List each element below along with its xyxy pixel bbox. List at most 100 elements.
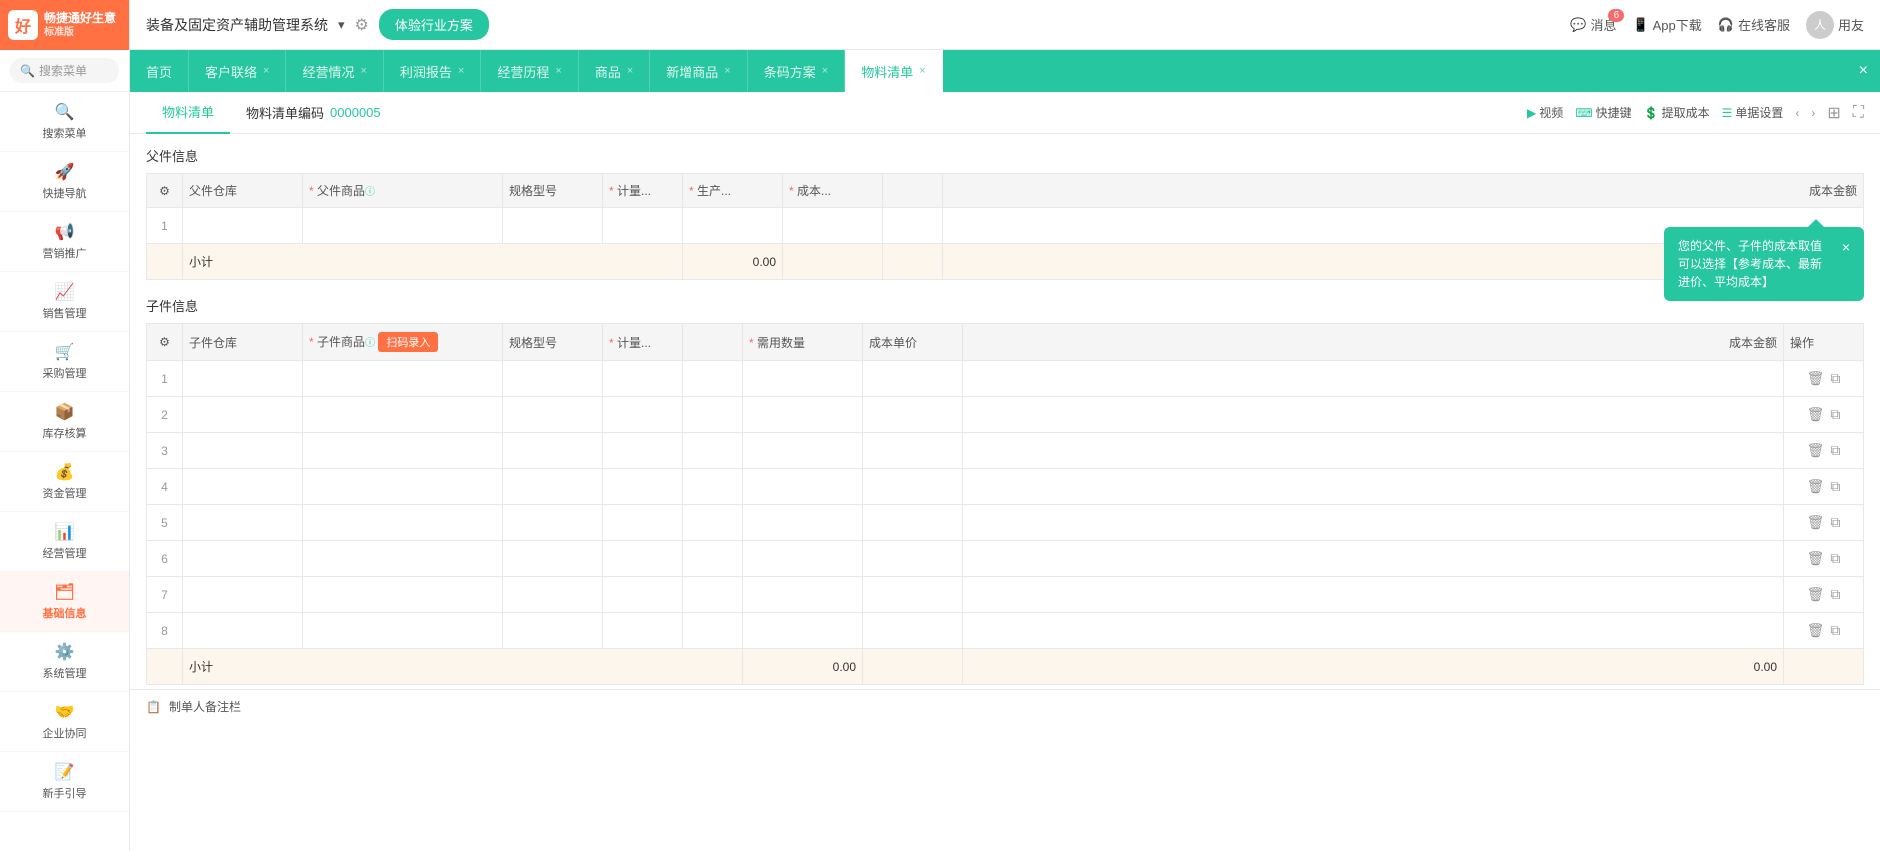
child-unit-cell[interactable]	[603, 505, 683, 541]
child-warehouse-cell[interactable]	[183, 433, 303, 469]
child-unit-cell[interactable]	[603, 361, 683, 397]
delete-row-button[interactable]: 🗑	[1807, 514, 1825, 531]
prev-button[interactable]: ‹	[1795, 106, 1799, 120]
sidebar-item-finance[interactable]: 💰资金管理	[0, 452, 129, 512]
sidebar-item-search[interactable]: 🔍搜索菜单	[0, 92, 129, 152]
delete-row-button[interactable]: 🗑	[1807, 550, 1825, 567]
tab-close-business-status[interactable]: ×	[360, 65, 366, 77]
tab-close-new-goods[interactable]: ×	[724, 65, 730, 77]
copy-row-button[interactable]: ⧉	[1830, 442, 1840, 459]
gear-button[interactable]: ⚙	[355, 15, 369, 35]
copy-row-button[interactable]: ⧉	[1830, 622, 1840, 639]
child-costamt-cell[interactable]	[963, 469, 1784, 505]
online-service-button[interactable]: 🎧 在线客服	[1718, 15, 1790, 34]
cost-extract-button[interactable]: 💲 提取成本	[1644, 104, 1710, 121]
next-button[interactable]: ›	[1811, 106, 1815, 120]
child-spec-cell[interactable]	[503, 613, 603, 649]
child-spec-cell[interactable]	[503, 469, 603, 505]
nav-tab-business-status[interactable]: 经营情况×	[286, 50, 383, 92]
child-qty-cell[interactable]	[743, 433, 863, 469]
user-button[interactable]: 人 用友	[1806, 11, 1864, 39]
app-download-button[interactable]: 📱 App下载	[1632, 15, 1701, 34]
child-warehouse-cell[interactable]	[183, 397, 303, 433]
child-qty-cell[interactable]	[743, 613, 863, 649]
child-product-cell[interactable]	[303, 505, 503, 541]
delete-row-button[interactable]: 🗑	[1807, 370, 1825, 387]
sidebar-item-sales[interactable]: 📈销售管理	[0, 272, 129, 332]
sidebar-item-basic[interactable]: 🗂基础信息	[0, 572, 129, 632]
child-unitcost-cell[interactable]	[863, 469, 963, 505]
child-product-cell[interactable]	[303, 613, 503, 649]
sidebar-item-business[interactable]: 📊经营管理	[0, 512, 129, 572]
nav-tab-new-goods[interactable]: 新增商品×	[650, 50, 747, 92]
nav-tab-home[interactable]: 首页	[130, 50, 189, 92]
parent-produce-cell[interactable]	[683, 208, 783, 244]
child-costamt-cell[interactable]	[963, 361, 1784, 397]
child-unit-cell[interactable]	[603, 613, 683, 649]
shortcut-button[interactable]: ⌨ 快捷键	[1575, 104, 1631, 121]
close-all-tabs-button[interactable]: ×	[1847, 50, 1880, 92]
copy-row-button[interactable]: ⧉	[1830, 370, 1840, 387]
system-select[interactable]: ▾	[338, 17, 345, 33]
child-unitcost-cell[interactable]	[863, 505, 963, 541]
sidebar-item-inventory[interactable]: 📦库存核算	[0, 392, 129, 452]
child-costamt-cell[interactable]	[963, 613, 1784, 649]
nav-tab-profit[interactable]: 利润报告×	[384, 50, 481, 92]
nav-tab-bom[interactable]: 物料清单×	[845, 50, 942, 92]
tab-bom-list[interactable]: 物料清单	[146, 92, 230, 134]
child-unit-cell[interactable]	[603, 577, 683, 613]
child-warehouse-cell[interactable]	[183, 361, 303, 397]
parent-product-cell[interactable]	[303, 208, 503, 244]
sidebar-item-purchase[interactable]: 🛒采购管理	[0, 332, 129, 392]
parent-th-settings[interactable]: ⚙	[147, 174, 183, 208]
nav-tab-customer[interactable]: 客户联络×	[189, 50, 286, 92]
delete-row-button[interactable]: 🗑	[1807, 586, 1825, 603]
sidebar-item-guide[interactable]: 📝新手引导	[0, 752, 129, 812]
child-warehouse-cell[interactable]	[183, 613, 303, 649]
child-product-cell[interactable]	[303, 469, 503, 505]
delete-row-button[interactable]: 🗑	[1807, 442, 1825, 459]
child-product-cell[interactable]	[303, 433, 503, 469]
sidebar-item-system[interactable]: ⚙️系统管理	[0, 632, 129, 692]
video-button[interactable]: ▶ 视频	[1527, 104, 1563, 121]
child-unit-cell[interactable]	[603, 433, 683, 469]
child-warehouse-cell[interactable]	[183, 505, 303, 541]
child-qty-cell[interactable]	[743, 469, 863, 505]
child-unit-cell[interactable]	[603, 397, 683, 433]
nav-tab-barcode[interactable]: 条码方案×	[748, 50, 845, 92]
child-costamt-cell[interactable]	[963, 577, 1784, 613]
copy-row-button[interactable]: ⧉	[1830, 478, 1840, 495]
delete-row-button[interactable]: 🗑	[1807, 622, 1825, 639]
sidebar-item-collab[interactable]: 🤝企业协同	[0, 692, 129, 752]
child-product-cell[interactable]	[303, 361, 503, 397]
tab-close-customer[interactable]: ×	[263, 65, 269, 77]
child-spec-cell[interactable]	[503, 361, 603, 397]
child-warehouse-cell[interactable]	[183, 469, 303, 505]
child-qty-cell[interactable]	[743, 397, 863, 433]
child-product-cell[interactable]	[303, 397, 503, 433]
child-product-cell[interactable]	[303, 577, 503, 613]
child-unitcost-cell[interactable]	[863, 541, 963, 577]
grid-view-button[interactable]: ⊞	[1827, 103, 1840, 123]
child-product-cell[interactable]	[303, 541, 503, 577]
child-costamt-cell[interactable]	[963, 433, 1784, 469]
child-costamt-cell[interactable]	[963, 541, 1784, 577]
copy-row-button[interactable]: ⧉	[1830, 586, 1840, 603]
parent-cost-cell[interactable]	[783, 208, 883, 244]
tab-close-bom[interactable]: ×	[919, 65, 925, 77]
child-warehouse-cell[interactable]	[183, 577, 303, 613]
doc-settings-button[interactable]: ☰ 单据设置	[1722, 104, 1784, 121]
sidebar-item-marketing[interactable]: 📢营销推广	[0, 212, 129, 272]
child-spec-cell[interactable]	[503, 577, 603, 613]
child-spec-cell[interactable]	[503, 505, 603, 541]
child-warehouse-cell[interactable]	[183, 541, 303, 577]
child-costamt-cell[interactable]	[963, 397, 1784, 433]
child-unitcost-cell[interactable]	[863, 361, 963, 397]
child-qty-cell[interactable]	[743, 361, 863, 397]
child-qty-cell[interactable]	[743, 541, 863, 577]
child-unitcost-cell[interactable]	[863, 613, 963, 649]
nav-tab-goods[interactable]: 商品×	[579, 50, 650, 92]
tooltip-close-button[interactable]: ×	[1842, 237, 1850, 258]
expand-button[interactable]: ⛶	[1853, 104, 1864, 122]
child-unit-cell[interactable]	[603, 469, 683, 505]
